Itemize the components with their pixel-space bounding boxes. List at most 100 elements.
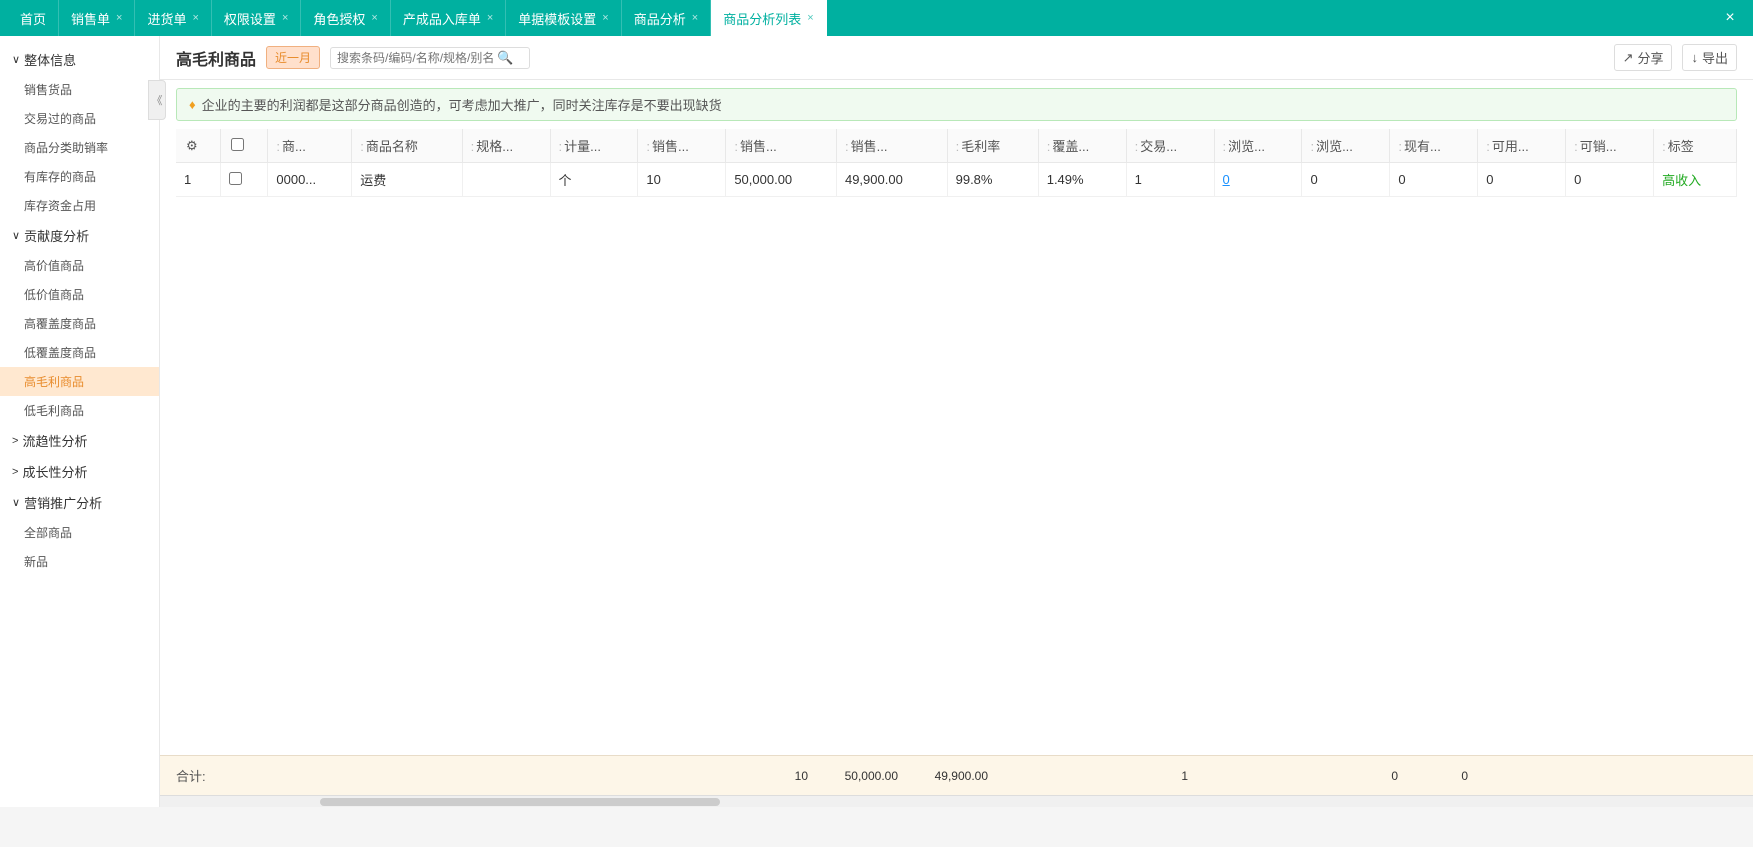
tab-close-icon[interactable]: × [692, 12, 698, 24]
col-header-code[interactable]: 商... [268, 129, 352, 163]
sidebar-item-低价值商品[interactable]: 低价值商品 [0, 280, 159, 309]
cell-browse1[interactable]: 0 [1214, 163, 1302, 197]
sidebar-group-2[interactable]: >流趋性分析 [0, 425, 159, 456]
sidebar-collapse-button[interactable]: 《 [148, 80, 166, 120]
export-button[interactable]: ↓ 导出 [1682, 44, 1737, 71]
cell-checkbox [221, 163, 268, 197]
search-icon[interactable]: 🔍 [497, 50, 513, 66]
col-header-gross_rate[interactable]: 毛利率 [947, 129, 1038, 163]
sidebar-item-高价值商品[interactable]: 高价值商品 [0, 251, 159, 280]
sidebar-group-3[interactable]: >成长性分析 [0, 456, 159, 487]
col-header-sales_qty[interactable]: 销售... [638, 129, 726, 163]
row-checkbox[interactable] [229, 172, 242, 185]
footer-cell: 49,900.00 [906, 769, 996, 783]
col-header-settings[interactable]: ⚙ [176, 129, 221, 163]
nav-tab-角色授权[interactable]: 角色授权× [301, 0, 390, 36]
col-header-unit[interactable]: 计量... [550, 129, 638, 163]
cell-tag: 高收入 [1654, 163, 1737, 197]
tab-close-icon[interactable]: × [807, 12, 813, 24]
footer-values: 1050,000.0049,900.00100 [336, 769, 1596, 783]
col-header-coverage[interactable]: 覆盖... [1038, 129, 1126, 163]
col-header-tag[interactable]: 标签 [1654, 129, 1737, 163]
footer-cell: 50,000.00 [816, 769, 906, 783]
close-all-button[interactable]: × [1715, 0, 1745, 36]
nav-tab-商品分析列表[interactable]: 商品分析列表× [711, 0, 826, 36]
nav-tab-单据模板设置[interactable]: 单据模板设置× [506, 0, 621, 36]
share-button[interactable]: ↗ 分享 [1614, 44, 1673, 71]
footer-cell: 0 [1336, 769, 1406, 783]
col-header-spec[interactable]: 规格... [462, 129, 550, 163]
sidebar-item-高毛利商品[interactable]: 高毛利商品 [0, 367, 159, 396]
sidebar-group-label: 贡献度分析 [24, 226, 89, 245]
sidebar-group-4[interactable]: ∨ 营销推广分析 [0, 487, 159, 518]
nav-tab-产成品入库单[interactable]: 产成品入库单× [391, 0, 506, 36]
sidebar-item-全部商品[interactable]: 全部商品 [0, 518, 159, 547]
footer-label: 合计: [176, 766, 336, 785]
table-row: 10000...运费个1050,000.0049,900.0099.8%1.49… [176, 163, 1737, 197]
cell-sales_cost: 49,900.00 [836, 163, 947, 197]
top-navigation: 首页销售单×进货单×权限设置×角色授权×产成品入库单×单据模板设置×商品分析×商… [0, 0, 1753, 36]
nav-tab-销售单[interactable]: 销售单× [59, 0, 135, 36]
cell-available: 0 [1478, 163, 1566, 197]
sidebar-group-1[interactable]: ∨ 贡献度分析 [0, 220, 159, 251]
col-header-sales_amount[interactable]: 销售... [726, 129, 837, 163]
scrollbar-thumb[interactable] [320, 798, 720, 806]
sidebar-item-交易过的商品[interactable]: 交易过的商品 [0, 104, 159, 133]
nav-tab-权限设置[interactable]: 权限设置× [212, 0, 301, 36]
tab-close-icon[interactable]: × [282, 12, 288, 24]
sidebar-item-高覆盖度商品[interactable]: 高覆盖度商品 [0, 309, 159, 338]
info-icon: ♦ [189, 97, 196, 112]
browse-link[interactable]: 0 [1223, 172, 1230, 187]
filter-recent-month-button[interactable]: 近一月 [266, 46, 320, 69]
col-header-browse1[interactable]: 浏览... [1214, 129, 1302, 163]
tab-close-icon[interactable]: × [487, 12, 493, 24]
col-header-current[interactable]: 现有... [1390, 129, 1478, 163]
col-header-trade[interactable]: 交易... [1126, 129, 1214, 163]
cell-unit: 个 [550, 163, 638, 197]
col-header-sales_cost[interactable]: 销售... [836, 129, 947, 163]
nav-tab-首页[interactable]: 首页 [8, 0, 59, 36]
data-table-wrapper: ⚙商...商品名称规格...计量...销售...销售...销售...毛利率覆盖.… [176, 129, 1737, 755]
col-header-available[interactable]: 可用... [1478, 129, 1566, 163]
sidebar-item-有库存的商品[interactable]: 有库存的商品 [0, 162, 159, 191]
tab-close-icon[interactable]: × [371, 12, 377, 24]
col-header-name[interactable]: 商品名称 [352, 129, 462, 163]
cell-trade: 1 [1126, 163, 1214, 197]
sidebar-item-低覆盖度商品[interactable]: 低覆盖度商品 [0, 338, 159, 367]
chevron-down-icon: ∨ [12, 496, 20, 509]
chevron-down-icon: ∨ [12, 229, 20, 242]
chevron-right-icon: > [12, 435, 18, 447]
horizontal-scrollbar[interactable] [160, 795, 1753, 807]
sidebar-item-销售货品[interactable]: 销售货品 [0, 75, 159, 104]
col-header-saleable[interactable]: 可销... [1566, 129, 1654, 163]
sidebar: ∨整体信息销售货品交易过的商品商品分类助销率有库存的商品库存资金占用∨贡献度分析… [0, 36, 160, 807]
sidebar-item-低毛利商品[interactable]: 低毛利商品 [0, 396, 159, 425]
footer-totals: 合计: 1050,000.0049,900.00100 [160, 755, 1753, 795]
cell-name: 运费 [352, 163, 462, 197]
tab-close-icon[interactable]: × [116, 12, 122, 24]
select-all-checkbox[interactable] [231, 138, 244, 151]
export-icon: ↓ [1691, 50, 1698, 65]
tab-close-icon[interactable]: × [602, 12, 608, 24]
share-icon: ↗ [1623, 50, 1634, 66]
footer-cell: 0 [1406, 769, 1476, 783]
cell-sales_qty: 10 [638, 163, 726, 197]
sidebar-item-新品[interactable]: 新品 [0, 547, 159, 576]
sidebar-group-label: 整体信息 [24, 50, 76, 69]
data-table: ⚙商...商品名称规格...计量...销售...销售...销售...毛利率覆盖.… [176, 129, 1737, 197]
footer-cell: 1 [1126, 769, 1196, 783]
sidebar-item-商品分类助销率[interactable]: 商品分类助销率 [0, 133, 159, 162]
search-box: 🔍 [330, 47, 530, 69]
col-header-browse2[interactable]: 浏览... [1302, 129, 1390, 163]
sidebar-group-label: 营销推广分析 [24, 493, 102, 512]
nav-tab-进货单[interactable]: 进货单× [135, 0, 211, 36]
sidebar-group-0[interactable]: ∨整体信息 [0, 44, 159, 75]
col-header-checkbox[interactable] [221, 129, 268, 163]
sidebar-item-库存资金占用[interactable]: 库存资金占用 [0, 191, 159, 220]
cell-code[interactable]: 0000... [268, 163, 352, 197]
tab-close-icon[interactable]: × [192, 12, 198, 24]
search-input[interactable] [337, 51, 497, 65]
content-area: 高毛利商品 近一月 🔍 ↗ 分享 ↓ 导出 ♦ 企业的主要的利润都是这部分商品创… [160, 36, 1753, 807]
nav-tab-商品分析[interactable]: 商品分析× [622, 0, 711, 36]
cell-index: 1 [176, 163, 221, 197]
